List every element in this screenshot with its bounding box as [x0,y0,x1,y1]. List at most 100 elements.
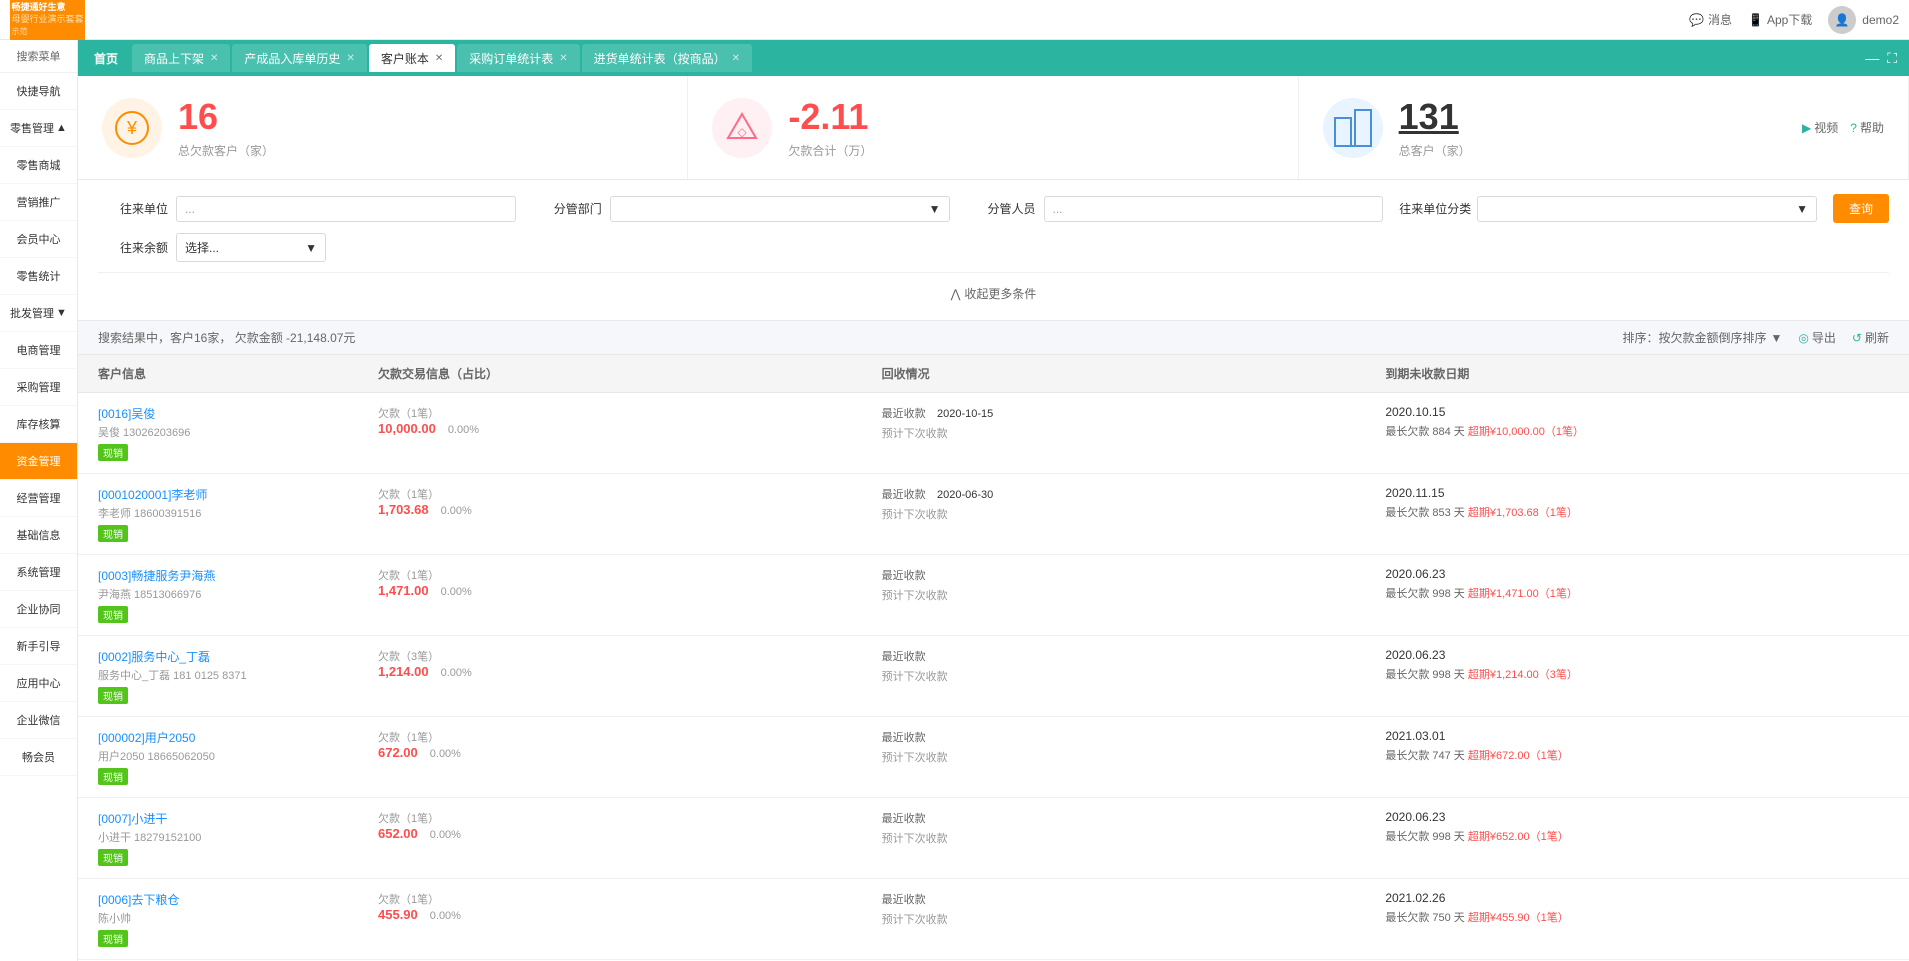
dept-select[interactable]: ▼ [610,196,950,222]
sort-arrow-icon: ▼ [1771,331,1783,345]
unit-class-select[interactable]: ▼ [1477,196,1817,222]
sidebar-item-inventory[interactable]: 库存核算 [0,406,77,443]
collapse-btn[interactable]: ⋀ 收起更多条件 [98,281,1889,306]
stats-row: ¥ 16 总欠款客户（家） ◇ -2.11 欠款合计（万） [78,76,1909,180]
overdue-link[interactable]: 超期¥652.00（1笔） [1468,831,1569,843]
tab-home[interactable]: 首页 [82,44,130,72]
close-icon[interactable]: ✕ [435,53,443,64]
close-icon[interactable]: ✕ [346,53,354,64]
customer-phone: 服务中心_丁磊 181 0125 8371 [98,667,378,683]
tab-customer-account[interactable]: 客户账本 ✕ [369,44,455,72]
sort-label[interactable]: 排序：按欠款金额倒序排序 ▼ [1623,329,1783,346]
sidebar-item-operation[interactable]: 经营管理 [0,480,77,517]
sidebar-item-retail-stats[interactable]: 零售统计 [0,258,77,295]
filter-person: 分管人员 ... [966,196,1384,222]
app-download-btn[interactable]: 📱 App下载 [1748,11,1812,28]
tab-production-history[interactable]: 产成品入库单历史 ✕ [232,44,366,72]
person-input[interactable]: ... [1044,196,1384,222]
overdue-link[interactable]: 超期¥1,703.68（1笔） [1468,507,1578,519]
help-btn[interactable]: ? 帮助 [1850,119,1884,136]
refresh-btn[interactable]: ↺ 刷新 [1852,329,1889,346]
overdue-link[interactable]: 超期¥1,471.00（1笔） [1468,588,1578,600]
total-customers-label: 总客户（家） [1399,142,1471,159]
owed-customers-label: 总欠款客户（家） [178,142,274,159]
tab-purchase-order[interactable]: 采购订单统计表 ✕ [457,44,579,72]
sidebar-item-ecommerce[interactable]: 电商管理 [0,332,77,369]
debt-amount[interactable]: 455.90 [378,907,418,922]
sidebar-item-wecom[interactable]: 企业微信 [0,702,77,739]
close-icon[interactable]: ✕ [210,53,218,64]
sidebar-item-member-plus[interactable]: 畅会员 [0,739,77,776]
sidebar-item-member[interactable]: 会员中心 [0,221,77,258]
customer-tag: 现销 [98,525,128,542]
balance-label: 往来余额 [98,239,168,256]
balance-arrow-icon: ▼ [305,241,317,255]
debt-amount[interactable]: 652.00 [378,826,418,841]
sidebar-item-finance[interactable]: 资金管理 [0,443,77,480]
debt-amount[interactable]: 1,471.00 [378,583,429,598]
recovery-cell: 最近收款 预计下次收款 [882,729,1386,765]
overdue-link[interactable]: 超期¥10,000.00（1笔） [1468,426,1584,438]
tabs-expand[interactable]: ⛶ [1887,50,1897,67]
filter-source-unit: 往来单位 ... [98,196,516,222]
debt-amount[interactable]: 10,000.00 [378,421,436,436]
debt-percent: 0.00% [430,910,461,922]
tab-purchase-stats[interactable]: 进货单统计表（按商品） ✕ [582,44,752,72]
customer-name[interactable]: [0002]服务中心_丁磊 [98,648,378,665]
debt-amount[interactable]: 1,214.00 [378,664,429,679]
customer-phone: 陈小帅 [98,910,378,926]
sidebar-item-batch-mgmt[interactable]: 批发管理 ▼ [0,295,77,332]
customer-name[interactable]: [0006]去下粮仓 [98,891,378,908]
message-btn[interactable]: 💬 消息 [1689,11,1732,28]
source-unit-label: 往来单位 [98,200,168,217]
tab-products-offline[interactable]: 商品上下架 ✕ [132,44,230,72]
sidebar-item-enterprise[interactable]: 企业协同 [0,591,77,628]
stat-owed-amount: ◇ -2.11 欠款合计（万） [688,76,1298,179]
stat-owed-customers-info: 16 总欠款客户（家） [178,96,274,159]
overdue-link[interactable]: 超期¥455.90（1笔） [1468,912,1569,924]
debt-amount[interactable]: 672.00 [378,745,418,760]
customer-name[interactable]: [0001020001]李老师 [98,486,378,503]
recent-payment: 最近收款 2020-06-30 [882,486,1386,502]
export-btn[interactable]: ◎ 导出 [1798,329,1836,346]
sidebar-item-app-center[interactable]: 应用中心 [0,665,77,702]
debt-percent: 0.00% [441,505,472,517]
source-unit-input[interactable]: ... [176,196,516,222]
customer-cell: [0007]小进干 小进干 18279152100 现销 [98,810,378,866]
recovery-cell: 最近收款 2020-06-30 预计下次收款 [882,486,1386,522]
video-btn[interactable]: ▶ 视频 [1802,119,1838,136]
sidebar-item-marketing[interactable]: 营销推广 [0,184,77,221]
user-avatar[interactable]: 👤 demo2 [1828,6,1899,34]
search-button[interactable]: 查询 [1833,194,1889,223]
close-icon[interactable]: ✕ [732,53,740,64]
sidebar-item-guide[interactable]: 新手引导 [0,628,77,665]
customer-cell: [0002]服务中心_丁磊 服务中心_丁磊 181 0125 8371 现销 [98,648,378,704]
recent-payment: 最近收款 [882,729,1386,745]
sidebar-item-retail-mgmt[interactable]: 零售管理 ▲ [0,110,77,147]
customer-name[interactable]: [0016]吴俊 [98,405,378,422]
sidebar-item-retail-mall[interactable]: 零售商城 [0,147,77,184]
recent-payment: 最近收款 [882,648,1386,664]
balance-select[interactable]: 选择... ▼ [176,233,326,262]
sidebar-search[interactable]: 搜索菜单 [0,40,77,73]
due-date: 2021.03.01 [1385,729,1889,743]
overdue-link[interactable]: 超期¥672.00（1笔） [1468,750,1569,762]
sidebar-item-purchase[interactable]: 采购管理 [0,369,77,406]
next-payment: 预计下次收款 [882,749,1386,765]
customer-name[interactable]: [000002]用户2050 [98,729,378,746]
tabs-minimize[interactable]: — [1865,50,1879,66]
debt-amount[interactable]: 1,703.68 [378,502,429,517]
sidebar-item-system[interactable]: 系统管理 [0,554,77,591]
close-icon[interactable]: ✕ [559,53,567,64]
debt-count: 欠款（3笔） [378,648,882,664]
overdue-info: 最长欠款 998 天 超期¥1,214.00（3笔） [1385,666,1889,682]
next-payment: 预计下次收款 [882,506,1386,522]
sidebar-item-basic[interactable]: 基础信息 [0,517,77,554]
customer-name[interactable]: [0007]小进干 [98,810,378,827]
top-bar: 畅捷通好生意 母婴行业演示套套 示范 💬 消息 📱 App下载 👤 demo2 [0,0,1909,40]
collapse-icon: ⋀ [951,287,961,301]
customer-name[interactable]: [0003]畅捷服务尹海燕 [98,567,378,584]
video-icon: ▶ [1802,121,1811,135]
filter-dept: 分管部门 ▼ [532,196,950,222]
overdue-link[interactable]: 超期¥1,214.00（3笔） [1468,669,1578,681]
